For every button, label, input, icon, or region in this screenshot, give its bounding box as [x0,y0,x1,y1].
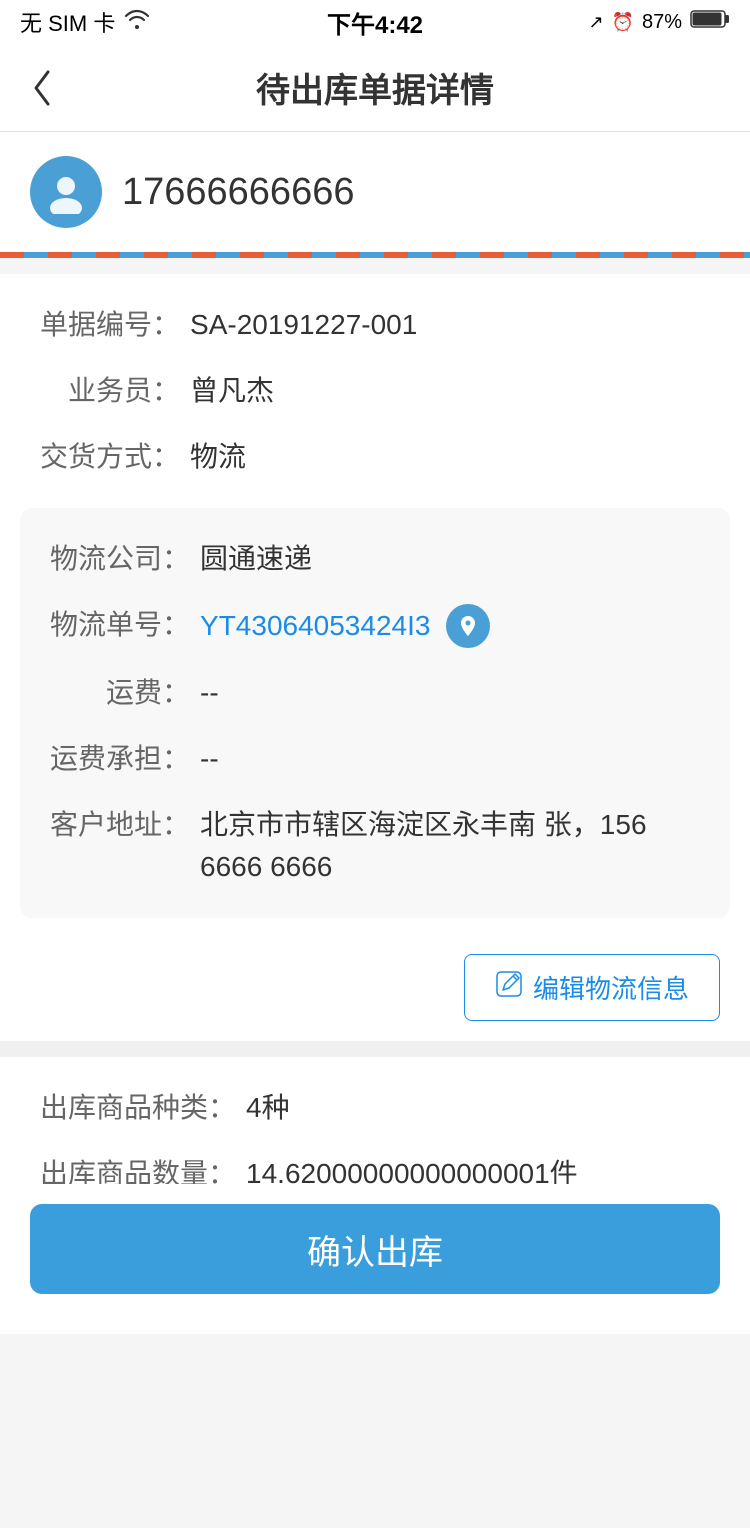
logistics-freight-bearer-label: 运费承担： [50,738,190,780]
status-right: ↗ ⏰ 87% [588,8,730,36]
back-button[interactable] [30,68,54,108]
logistics-tracking-value: YT43064053424I3 [200,605,430,647]
dashed-divider [0,252,750,258]
logistics-section: 物流公司： 圆通速递 物流单号： YT43064053424I3 运费： -- … [0,508,750,1041]
battery-text: 87% [642,11,682,34]
customer-header: 17666666666 [0,132,750,252]
edit-logistics-button[interactable]: 编辑物流信息 [464,954,720,1021]
logistics-card: 物流公司： 圆通速递 物流单号： YT43064053424I3 运费： -- … [20,508,730,918]
confirm-btn-label: 确认出库 [307,1225,443,1274]
edit-btn-row: 编辑物流信息 [0,938,750,1041]
logistics-freight-row: 运费： -- [50,672,700,714]
logistics-company-value: 圆通速递 [200,538,700,580]
logistics-freight-bearer-value: -- [200,738,700,780]
doc-number-row: 单据编号： SA-20191227-001 [40,304,710,346]
logistics-freight-label: 运费： [50,672,190,714]
logistics-tracking-row: 物流单号： YT43064053424I3 [50,604,700,648]
edit-icon [495,970,523,1005]
logistics-tracking-label: 物流单号： [50,604,190,646]
nav-bar: 待出库单据详情 [0,44,750,132]
logistics-address-row: 客户地址： 北京市市辖区海淀区永丰南 张，156 6666 6666 [50,804,700,888]
logistics-freight-bearer-row: 运费承担： -- [50,738,700,780]
bottom-spacer [0,1328,750,1528]
confirm-outbound-button[interactable]: 确认出库 [30,1204,720,1294]
edit-btn-label: 编辑物流信息 [533,969,689,1006]
doc-number-value: SA-20191227-001 [190,304,710,346]
map-pin-icon[interactable] [446,604,490,648]
basic-info-section: 单据编号： SA-20191227-001 业务员： 曾凡杰 交货方式： 物流 [0,274,750,508]
logistics-freight-value: -- [200,672,700,714]
carrier-text: 无 SIM 卡 [20,6,115,38]
delivery-value: 物流 [190,436,710,478]
status-left: 无 SIM 卡 [20,6,151,38]
logistics-address-label: 客户地址： [50,804,190,846]
doc-number-label: 单据编号： [40,304,180,346]
goods-types-row: 出库商品种类： 4种 [40,1087,710,1129]
delivery-row: 交货方式： 物流 [40,436,710,478]
wifi-icon [123,9,151,35]
customer-avatar [30,156,102,228]
salesman-value: 曾凡杰 [190,370,710,412]
battery-icon [690,8,730,36]
location-icon: ↗ [588,12,603,33]
salesman-label: 业务员： [40,370,180,412]
logistics-address-value: 北京市市辖区海淀区永丰南 张，156 6666 6666 [200,804,700,888]
delivery-label: 交货方式： [40,436,180,478]
goods-types-label: 出库商品种类： [40,1087,236,1129]
confirm-btn-wrap: 确认出库 [0,1184,750,1334]
status-time: 下午4:42 [327,5,423,40]
salesman-row: 业务员： 曾凡杰 [40,370,710,412]
logistics-company-row: 物流公司： 圆通速递 [50,538,700,580]
customer-phone: 17666666666 [122,171,354,214]
logistics-company-label: 物流公司： [50,538,190,580]
section-separator [0,1041,750,1057]
status-bar: 无 SIM 卡 下午4:42 ↗ ⏰ 87% [0,0,750,44]
alarm-icon: ⏰ [612,12,634,33]
goods-types-value: 4种 [246,1087,710,1129]
page-title: 待出库单据详情 [256,63,494,112]
